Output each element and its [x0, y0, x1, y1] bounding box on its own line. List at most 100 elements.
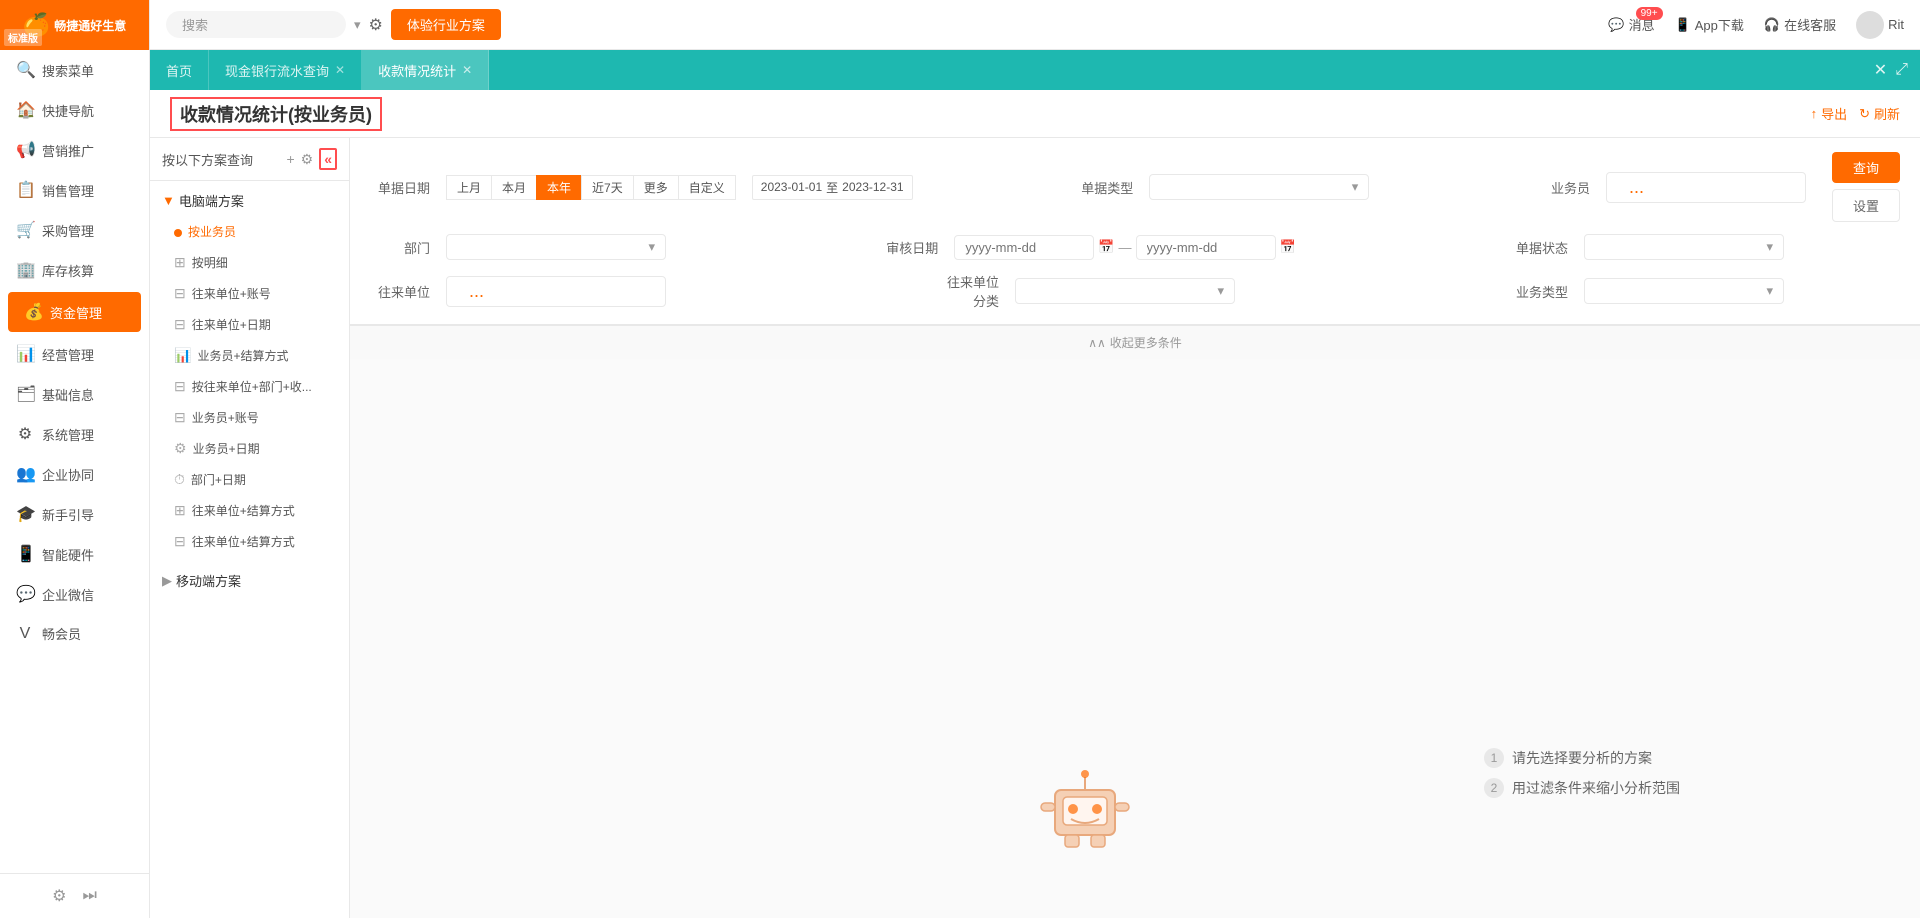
review-date-separator: — — [1119, 240, 1132, 255]
scheme-item-dept-date[interactable]: ⏱ 部门+日期 — [150, 464, 349, 495]
scheme-item-unit-dept[interactable]: ⊟ 按往来单位+部门+收... — [150, 371, 349, 402]
date-opt-last-month[interactable]: 上月 — [446, 175, 491, 200]
review-date-start-input[interactable] — [954, 235, 1094, 260]
collapse-sidebar-icon[interactable]: ⏭ — [78, 883, 100, 909]
online-service-button[interactable]: 🎧 在线客服 — [1764, 15, 1836, 34]
scheme-item-salesman-account[interactable]: ⊟ 业务员+账号 — [150, 402, 349, 433]
scheme-item-unit-settlement1[interactable]: ⊞ 往来单位+结算方式 — [150, 495, 349, 526]
scheme-item-unit-account[interactable]: ⊟ 往来单位+账号 — [150, 278, 349, 309]
business-type-select[interactable]: ▾ — [1584, 278, 1784, 304]
sidebar-item-marketing[interactable]: 📢 营销推广 — [0, 130, 149, 170]
date-opt-this-year[interactable]: 本年 — [536, 175, 581, 200]
tab-bank-flow[interactable]: 现金银行流水查询 ✕ — [209, 50, 362, 90]
sidebar-item-member[interactable]: V 畅会员 — [0, 614, 149, 653]
sidebar-item-label: 畅会员 — [42, 624, 81, 643]
counterpart-category-select[interactable]: ▾ — [1015, 278, 1235, 304]
marketing-icon: 📢 — [16, 140, 34, 160]
scheme-item-detail[interactable]: ⊞ 按明细 — [150, 247, 349, 278]
hint-item-1: 1 请先选择要分析的方案 — [1484, 748, 1652, 768]
scheme-icon-unit-settlement1: ⊞ — [174, 502, 186, 519]
notification-button[interactable]: 💬 消息 99+ — [1608, 15, 1654, 34]
counterpart-more-icon[interactable]: ... — [469, 281, 484, 302]
collapse-bar[interactable]: ∧∧ 收起更多条件 — [350, 325, 1920, 359]
search-placeholder: 搜索 — [182, 18, 208, 33]
maximize-icon[interactable]: ⤢ — [1895, 61, 1908, 79]
sidebar-item-collab[interactable]: 👥 企业协同 — [0, 454, 149, 494]
sidebar-item-wechat[interactable]: 💬 企业微信 — [0, 574, 149, 614]
date-opt-more[interactable]: 更多 — [633, 175, 678, 200]
refresh-button[interactable]: ↻ 刷新 — [1859, 104, 1900, 123]
filter-row-3: 往来单位 ... 往来单位分类 ▾ 业务类型 ▾ — [370, 272, 1900, 310]
scheme-icon-unit-date: ⊟ — [174, 316, 186, 333]
dept-select[interactable]: ▾ — [446, 234, 666, 260]
topbar-settings-icon[interactable]: ⚙ — [369, 15, 383, 35]
sidebar-item-inventory[interactable]: 🏢 库存核算 — [0, 250, 149, 290]
salesman-more-icon[interactable]: ... — [1629, 177, 1644, 198]
tab-collection-stats[interactable]: 收款情况统计 ✕ — [362, 50, 489, 90]
scheme-item-label: 业务员+账号 — [192, 409, 259, 426]
sidebar-item-label: 搜索菜单 — [42, 61, 94, 80]
dept-arrow-icon: ▾ — [648, 239, 655, 255]
scheme-item-salesman-date[interactable]: ⚙ 业务员+日期 — [150, 433, 349, 464]
scheme-item-salesman-settlement[interactable]: 📊 业务员+结算方式 — [150, 340, 349, 371]
filter-row-1: 单据日期 上月 本月 本年 近7天 更多 自定义 2023-01-01 至 20… — [370, 152, 1900, 222]
voucher-status-select[interactable]: ▾ — [1584, 234, 1784, 260]
close-window-icon[interactable]: ✕ — [1874, 60, 1887, 80]
trial-button[interactable]: 体验行业方案 — [391, 9, 501, 40]
business-type-arrow-icon: ▾ — [1766, 283, 1773, 299]
sidebar-item-nav[interactable]: 🏠 快捷导航 — [0, 90, 149, 130]
user-profile[interactable]: Rit — [1856, 11, 1904, 39]
sidebar-item-operation[interactable]: 📊 经营管理 — [0, 334, 149, 374]
scheme-item-salesman[interactable]: 按业务员 — [150, 216, 349, 247]
voucher-type-select[interactable]: ▾ — [1149, 174, 1369, 200]
right-panel: 单据日期 上月 本月 本年 近7天 更多 自定义 2023-01-01 至 20… — [350, 138, 1920, 918]
export-button[interactable]: ↑ 导出 — [1811, 104, 1848, 123]
calendar-start-icon[interactable]: 📅 — [1098, 239, 1114, 255]
settings-button[interactable]: 设置 — [1832, 189, 1900, 222]
date-opt-7days[interactable]: 近7天 — [581, 175, 633, 200]
sidebar-item-system[interactable]: ⚙ 系统管理 — [0, 414, 149, 454]
refresh-icon: ↻ — [1859, 106, 1870, 122]
scheme-settings-icon[interactable]: ⚙ — [301, 151, 314, 168]
app-download-button[interactable]: 📱 App下载 — [1675, 15, 1744, 34]
scheme-item-unit-settlement2[interactable]: ⊟ 往来单位+结算方式 — [150, 526, 349, 557]
tab-home[interactable]: 首页 — [150, 50, 209, 90]
calendar-end-icon[interactable]: 📅 — [1280, 239, 1296, 255]
close-tab-bank-flow-icon[interactable]: ✕ — [335, 63, 345, 77]
user-avatar — [1856, 11, 1884, 39]
empty-robot-illustration — [1035, 755, 1135, 858]
hint-text-2: 用过滤条件来缩小分析范围 — [1512, 778, 1680, 798]
dropdown-arrow-icon[interactable]: ▾ — [354, 17, 361, 33]
sidebar-item-hardware[interactable]: 📱 智能硬件 — [0, 534, 149, 574]
export-icon: ↑ — [1811, 106, 1818, 121]
sidebar-item-label: 企业协同 — [42, 465, 94, 484]
search-input[interactable]: 搜索 — [166, 11, 346, 38]
scheme-item-unit-date[interactable]: ⊟ 往来单位+日期 — [150, 309, 349, 340]
counterpart-select[interactable]: ... — [446, 276, 666, 307]
date-opt-this-month[interactable]: 本月 — [491, 175, 536, 200]
close-tab-collection-stats-icon[interactable]: ✕ — [462, 63, 472, 77]
scheme-group-header-mobile[interactable]: ▶ 移动端方案 — [150, 565, 349, 596]
sidebar-item-guide[interactable]: 🎓 新手引导 — [0, 494, 149, 534]
sidebar-item-finance[interactable]: 💰 资金管理 — [8, 292, 141, 332]
voucher-status-label: 单据状态 — [1508, 238, 1568, 257]
collapse-panel-icon[interactable]: « — [319, 148, 337, 170]
sidebar-item-basic[interactable]: 🗂 基础信息 — [0, 374, 149, 414]
add-scheme-icon[interactable]: + — [286, 151, 294, 167]
salesman-select[interactable]: ... — [1606, 172, 1806, 203]
date-range-input[interactable]: 2023-01-01 至 2023-12-31 — [752, 175, 913, 200]
sidebar-item-sales[interactable]: 📋 销售管理 — [0, 170, 149, 210]
date-end-value: 2023-12-31 — [842, 180, 903, 194]
scheme-group-header-desktop[interactable]: ▼ 电脑端方案 — [150, 185, 349, 216]
app-logo: 🍊 畅捷通好生意 标准版 — [0, 0, 149, 50]
voucher-type-arrow-icon: ▾ — [1352, 179, 1359, 195]
scheme-item-label: 往来单位+日期 — [192, 316, 271, 333]
review-date-end-input[interactable] — [1136, 235, 1276, 260]
sidebar-item-search[interactable]: 🔍 搜索菜单 — [0, 50, 149, 90]
sidebar-item-purchase[interactable]: 🛒 采购管理 — [0, 210, 149, 250]
query-button[interactable]: 查询 — [1832, 152, 1900, 183]
date-opt-custom[interactable]: 自定义 — [678, 175, 736, 200]
sidebar-item-label: 经营管理 — [42, 345, 94, 364]
sidebar-item-label: 智能硬件 — [42, 545, 94, 564]
settings-bottom-icon[interactable]: ⚙ — [48, 882, 70, 910]
